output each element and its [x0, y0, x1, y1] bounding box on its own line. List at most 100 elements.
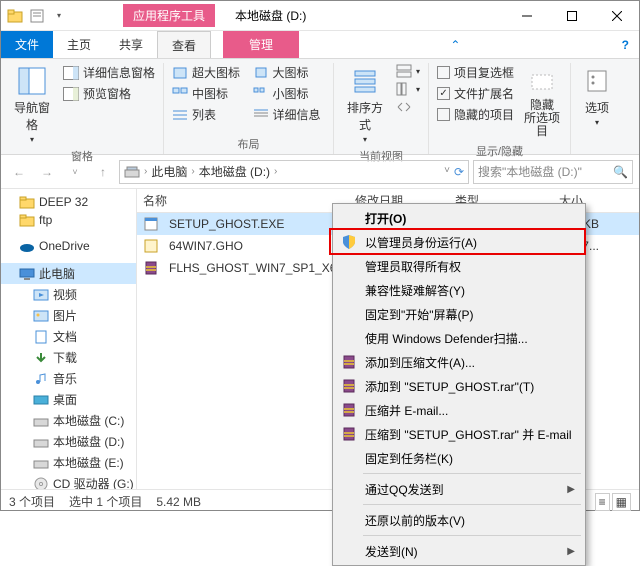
view-details-icon[interactable]: ≡ [595, 493, 610, 511]
context-menu-item[interactable]: 固定到"开始"屏幕(P) [335, 302, 583, 326]
context-menu-item[interactable]: 固定到任务栏(K) [335, 446, 583, 470]
context-menu-item[interactable]: 打开(O) [335, 206, 583, 230]
recent-dropdown[interactable]: ˅ [63, 160, 87, 184]
close-button[interactable] [594, 1, 639, 31]
sort-button[interactable]: 排序方式 ▾ [340, 63, 390, 146]
docs-icon [33, 330, 49, 344]
sidebar-item[interactable]: 视频 [1, 284, 136, 305]
back-button[interactable]: ← [7, 160, 31, 184]
sidebar-item[interactable]: 本地磁盘 (E:) [1, 452, 136, 473]
context-menu-item[interactable]: 压缩到 "SETUP_GHOST.rar" 并 E-mail [335, 422, 583, 446]
rar-icon [341, 378, 357, 394]
context-menu-item[interactable]: 管理员取得所有权 [335, 254, 583, 278]
group-label-layout: 布局 [238, 134, 260, 154]
drive-icon [33, 456, 49, 470]
menu-file[interactable]: 文件 [1, 31, 53, 58]
sidebar-item[interactable]: 图片 [1, 305, 136, 326]
sidebar-item[interactable]: DEEP 32 [1, 193, 136, 211]
layout-l-button[interactable]: 大图标 [251, 63, 328, 82]
sidebar-item[interactable]: 本地磁盘 (D:) [1, 431, 136, 452]
folder-icon [7, 8, 23, 24]
qat-dropdown-icon[interactable]: ▾ [51, 8, 67, 24]
context-menu-label: 还原以前的版本(V) [365, 512, 465, 529]
chk-itemcheckbox[interactable]: 项目复选框 [435, 63, 516, 82]
layout-m-button[interactable]: 中图标 [170, 84, 247, 103]
context-menu-item[interactable]: 还原以前的版本(V) [335, 508, 583, 532]
nav-sidebar: DEEP 32 ftp OneDrive 此电脑视频图片文档下载音乐桌面本地磁盘 (C… [1, 189, 137, 489]
preview-pane-button[interactable]: 预览窗格 [61, 84, 157, 103]
layout-details-button[interactable]: 详细信息 [251, 105, 328, 124]
sidebar-item[interactable]: OneDrive [1, 237, 136, 255]
drive-icon [33, 435, 49, 449]
context-menu-item[interactable]: 添加到压缩文件(A)... [335, 350, 583, 374]
sidebar-item[interactable]: 本地磁盘 (C:) [1, 410, 136, 431]
col-name[interactable]: 名称 [137, 192, 349, 209]
context-menu-item[interactable]: 兼容性疑难解答(Y) [335, 278, 583, 302]
sidebar-item[interactable]: CD 驱动器 (G:) [1, 473, 136, 489]
pc-icon [19, 267, 35, 281]
properties-icon[interactable] [29, 8, 45, 24]
menu-manage[interactable]: 管理 [223, 31, 299, 58]
view-large-icon[interactable]: ▦ [612, 493, 631, 511]
navpane-label: 导航窗格 [9, 99, 55, 133]
crumb-pc[interactable]: 此电脑 [151, 163, 187, 180]
layout-s-button[interactable]: 小图标 [251, 84, 328, 103]
addcol-button[interactable]: ▾ [394, 81, 422, 97]
sidebar-item[interactable]: 文档 [1, 326, 136, 347]
breadcrumb-dropdown-icon[interactable]: ˅ [444, 165, 450, 179]
onedrive-icon [19, 239, 35, 253]
context-menu-item[interactable]: 添加到 "SETUP_GHOST.rar"(T) [335, 374, 583, 398]
layout-xl-button[interactable]: 超大图标 [170, 63, 247, 82]
options-button[interactable]: 选项 ▾ [577, 63, 617, 129]
sidebar-item[interactable]: 下载 [1, 347, 136, 368]
chevron-right-icon[interactable]: › [144, 166, 147, 177]
checkbox-icon [437, 108, 450, 121]
menu-view[interactable]: 查看 [157, 31, 211, 58]
menu-share[interactable]: 共享 [105, 31, 157, 58]
sidebar-item[interactable]: 音乐 [1, 368, 136, 389]
search-box[interactable]: 搜索"本地磁盘 (D:)" 🔍 [473, 160, 633, 184]
sidebar-item[interactable]: ftp [1, 211, 136, 229]
help-icon[interactable]: ? [612, 31, 639, 58]
ribbon-collapse-icon[interactable]: ⌃ [440, 31, 470, 58]
drive-icon [124, 165, 140, 179]
hide-icon [526, 65, 558, 97]
chevron-right-icon[interactable]: › [274, 166, 277, 177]
details-pane-button[interactable]: 详细信息窗格 [61, 63, 157, 82]
crumb-drive[interactable]: 本地磁盘 (D:) [199, 163, 270, 180]
sizecol-button[interactable] [394, 99, 422, 115]
maximize-button[interactable] [549, 1, 594, 31]
up-button[interactable]: ↑ [91, 160, 115, 184]
context-menu-label: 兼容性疑难解答(Y) [365, 282, 465, 299]
chevron-right-icon[interactable]: › [191, 166, 194, 177]
sidebar-item-label: 本地磁盘 (C:) [53, 412, 124, 429]
context-menu-item[interactable]: 以管理员身份运行(A) [335, 230, 583, 254]
hide-selected-button[interactable]: 隐藏 所选项目 [520, 63, 564, 141]
nav-pane-button[interactable]: 导航窗格 ▾ [7, 63, 57, 146]
status-selection: 选中 1 个项目 [69, 493, 142, 510]
context-menu-item[interactable]: 使用 Windows Defender扫描... [335, 326, 583, 350]
search-icon: 🔍 [613, 165, 628, 179]
context-menu-item[interactable]: 压缩并 E-mail... [335, 398, 583, 422]
context-menu-separator [363, 473, 581, 474]
refresh-icon[interactable]: ⟳ [454, 165, 464, 179]
context-menu-item[interactable]: 发送到(N)▶ [335, 539, 583, 563]
rar-icon [341, 402, 357, 418]
breadcrumb[interactable]: › 此电脑 › 本地磁盘 (D:) › ˅ ⟳ [119, 160, 469, 184]
minimize-button[interactable] [504, 1, 549, 31]
ribbon-group-options: 选项 ▾ [571, 63, 623, 154]
forward-button[interactable]: → [35, 160, 59, 184]
sidebar-item[interactable]: 此电脑 [1, 263, 136, 284]
groupby-button[interactable]: ▾ [394, 63, 422, 79]
folder-icon [19, 213, 35, 227]
context-menu-separator [363, 535, 581, 536]
layout-list-button[interactable]: 列表 [170, 105, 247, 124]
sidebar-item[interactable]: 桌面 [1, 389, 136, 410]
chk-hidden[interactable]: 隐藏的项目 [435, 105, 516, 124]
down-icon [33, 351, 49, 365]
chk-extensions[interactable]: ✓文件扩展名 [435, 84, 516, 103]
context-menu-item[interactable]: 通过QQ发送到▶ [335, 477, 583, 501]
sidebar-item-label: DEEP 32 [39, 195, 88, 209]
previewpane-icon [63, 87, 79, 101]
menu-home[interactable]: 主页 [53, 31, 105, 58]
